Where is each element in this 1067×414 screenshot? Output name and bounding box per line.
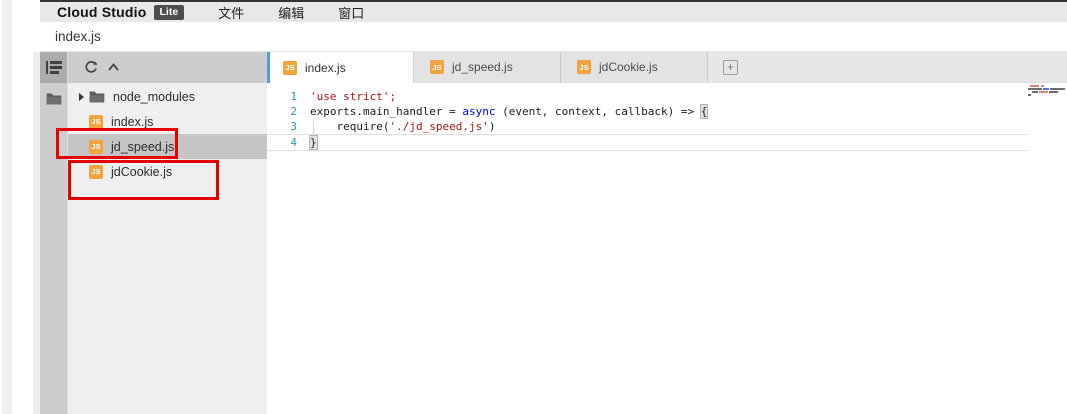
refresh-icon[interactable] <box>84 61 98 75</box>
activity-folder-button[interactable] <box>40 83 67 114</box>
js-file-icon: JS <box>89 115 103 129</box>
code-text: 'use strict'; <box>310 89 396 104</box>
activity-tree-view-button[interactable] <box>40 52 67 83</box>
minimap-segment <box>1041 85 1044 87</box>
lite-badge: Lite <box>154 5 185 20</box>
collapse-all-icon[interactable] <box>107 61 120 74</box>
js-file-icon: JS <box>577 60 591 74</box>
page-left-strip <box>2 0 12 414</box>
token: { <box>701 105 708 118</box>
new-tab-button[interactable]: + <box>723 60 738 75</box>
tree-view-icon <box>46 61 62 74</box>
explorer-toolbar <box>68 52 267 83</box>
token: require( <box>310 120 389 133</box>
file-label: jd_speed.js <box>111 140 174 154</box>
cloud-studio-logo: Cloud Studio <box>57 4 147 20</box>
main-content: node_modules JS index.js JS jd_speed.js JS jdC… <box>40 52 1067 414</box>
editor-tab-bar: JS index.js JS jd_speed.js JS jdCookie.js + <box>267 52 1067 83</box>
file-row-index.js[interactable]: JS index.js <box>68 109 267 134</box>
tab-label: index.js <box>305 61 346 75</box>
code-editor[interactable]: 1 'use strict'; 2 exports.main_handler = as… <box>267 83 1067 414</box>
file-row-jd_speed.js[interactable]: JS jd_speed.js <box>68 134 267 159</box>
tab-index.js[interactable]: JS index.js <box>267 52 414 83</box>
token: 'use strict'; <box>310 90 396 103</box>
menu-item-文件[interactable]: 文件 <box>218 3 244 22</box>
tab-label: jd_speed.js <box>452 60 513 74</box>
menu-bar: Cloud Studio Lite 文件 编辑 窗口 <box>40 0 1067 22</box>
code-line-4: 4} <box>267 134 1028 151</box>
code-text: } <box>310 135 317 150</box>
breadcrumb: index.js <box>40 22 1067 52</box>
code-line-3: 3 require('./jd_speed.js') <box>267 119 1067 134</box>
line-number: 3 <box>267 119 297 134</box>
token: (event, context, callback) => <box>495 105 700 118</box>
file-label: index.js <box>111 115 153 129</box>
token: './jd_speed.js' <box>389 120 488 133</box>
js-file-icon: JS <box>89 140 103 154</box>
menu-list: 文件 编辑 窗口 <box>184 3 364 22</box>
code-text: require('./jd_speed.js') <box>310 119 495 134</box>
file-row-jdCookie.js[interactable]: JS jdCookie.js <box>68 159 267 184</box>
line-number: 4 <box>267 135 297 150</box>
file-row-node_modules[interactable]: node_modules <box>68 84 267 109</box>
cloud-studio-window: Cloud Studio Lite 文件 编辑 窗口 index.js <box>40 0 1067 414</box>
tab-label: jdCookie.js <box>599 60 658 74</box>
token: } <box>310 136 317 149</box>
js-file-icon: JS <box>430 60 444 74</box>
editor-group: JS index.js JS jd_speed.js JS jdCookie.js + 1… <box>267 52 1067 414</box>
folder-icon <box>46 92 62 105</box>
activity-bar <box>40 52 67 414</box>
folder-icon <box>89 90 105 103</box>
file-explorer: node_modules JS index.js JS jd_speed.js JS jdC… <box>67 52 267 414</box>
file-label: node_modules <box>113 90 195 104</box>
expand-arrow-icon[interactable] <box>79 93 89 101</box>
breadcrumb-filename: index.js <box>55 29 101 44</box>
collapsed-triangle <box>79 93 84 101</box>
code-text: exports.main_handler = async (event, con… <box>310 104 707 119</box>
menu-item-编辑[interactable]: 编辑 <box>278 3 304 22</box>
token: async <box>462 105 495 118</box>
content-gutter <box>33 52 40 414</box>
token: exports.main_handler = <box>310 105 462 118</box>
tab-jd_speed.js[interactable]: JS jd_speed.js <box>414 52 561 82</box>
token: ) <box>489 120 496 133</box>
tab-list: JS index.js JS jd_speed.js JS jdCookie.js <box>267 52 708 82</box>
file-label: jdCookie.js <box>111 165 172 179</box>
minimap-segment <box>1030 85 1039 87</box>
js-file-icon: JS <box>89 165 103 179</box>
line-number: 2 <box>267 104 297 119</box>
tab-jdCookie.js[interactable]: JS jdCookie.js <box>561 52 708 82</box>
file-tree: node_modules JS index.js JS jd_speed.js JS jdC… <box>68 83 267 414</box>
js-file-icon: JS <box>283 61 297 75</box>
menu-item-窗口[interactable]: 窗口 <box>338 3 364 22</box>
line-number: 1 <box>267 89 297 104</box>
code-line-2: 2 exports.main_handler = async (event, co… <box>267 104 1067 119</box>
code-line-1: 1 'use strict'; <box>267 89 1067 104</box>
